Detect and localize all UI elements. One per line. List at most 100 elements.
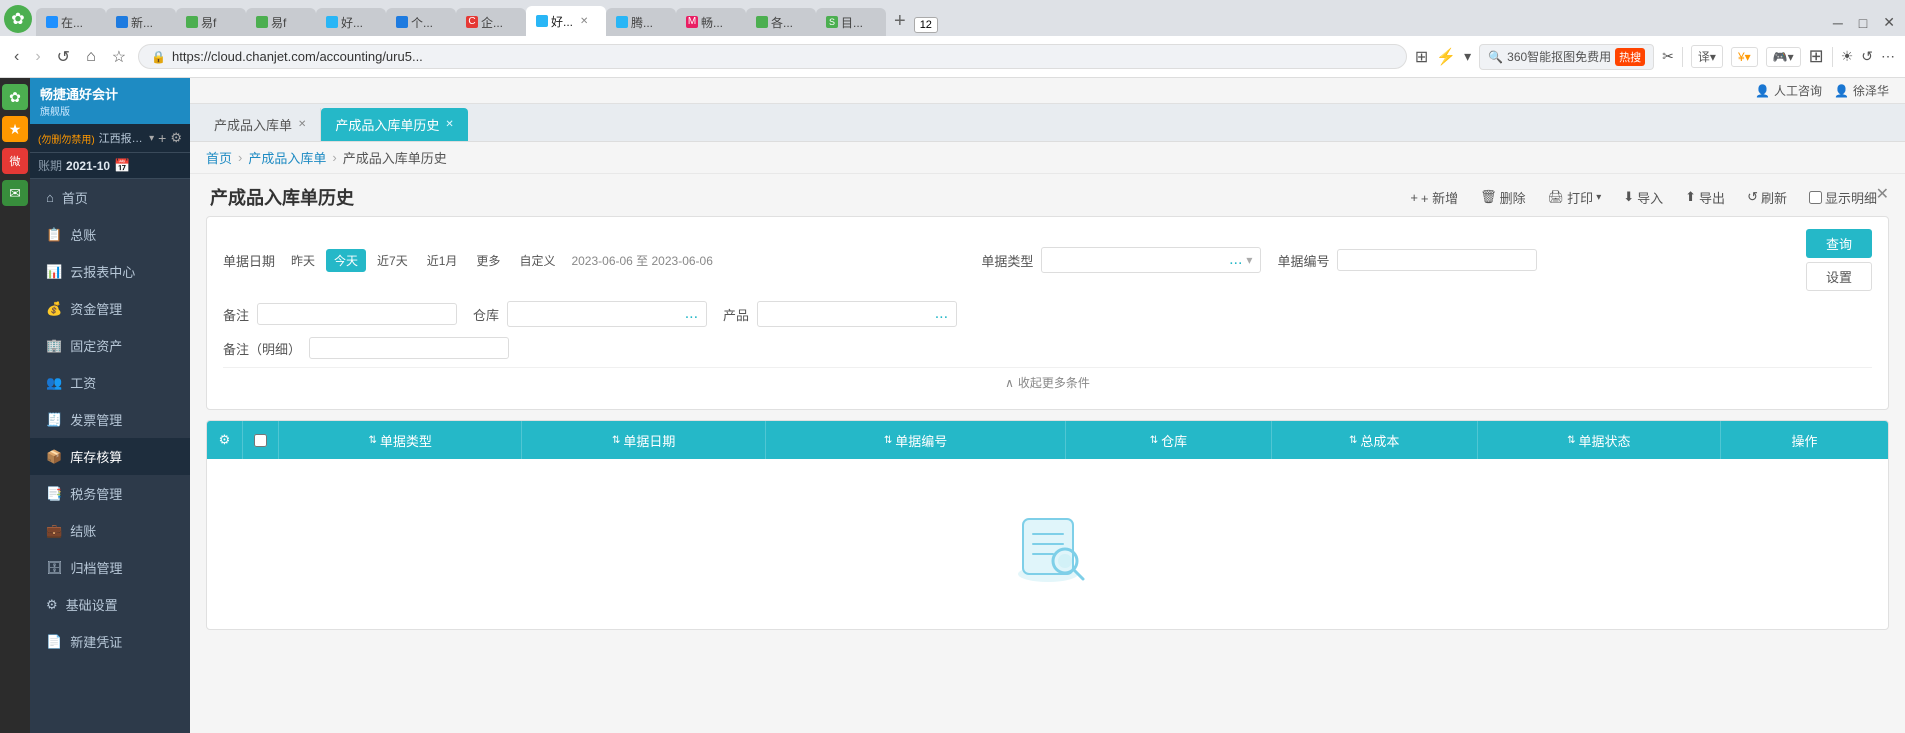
breadcrumb-home[interactable]: 首页 — [206, 148, 232, 167]
tab-product-history[interactable]: 产成品入库单历史 ✕ — [321, 108, 467, 141]
print-dropdown-icon[interactable]: ▾ — [1596, 192, 1601, 203]
product-select[interactable]: ... — [757, 301, 957, 327]
app-icon-weibo[interactable]: 微 — [2, 148, 28, 174]
no-filter-input[interactable] — [1337, 249, 1537, 271]
app-icon-chanjet[interactable]: ✿ — [2, 84, 28, 110]
tab-in-bar-3[interactable]: 易f — [176, 8, 246, 36]
delete-button[interactable]: 🗑 删除 — [1472, 185, 1534, 210]
tab-in-bar-10[interactable]: M 畅... — [676, 8, 746, 36]
sidebar-item-voucher[interactable]: 📄 新建凭证 — [30, 623, 190, 660]
minimize-button[interactable]: ─ — [1827, 13, 1849, 33]
user-avatar[interactable]: 👤 徐泽华 — [1834, 82, 1889, 99]
col-type[interactable]: ⇅ 单据类型 — [279, 421, 522, 459]
sidebar-item-ledger[interactable]: 📋 总账 — [30, 216, 190, 253]
sidebar-item-cash[interactable]: 💰 资金管理 — [30, 290, 190, 327]
url-bar[interactable]: 🔒 https://cloud.chanjet.com/accounting/u… — [138, 44, 1407, 69]
col-checkbox[interactable] — [243, 421, 279, 459]
sidebar-item-invoice[interactable]: 🧾 发票管理 — [30, 401, 190, 438]
tab-in-bar-1[interactable]: 在... — [36, 8, 106, 36]
tab-in-bar-12[interactable]: S 目... — [816, 8, 886, 36]
translate-icon[interactable]: 译▾ — [1691, 45, 1723, 68]
col-gear[interactable]: ⚙ — [207, 421, 243, 459]
warehouse-select[interactable]: ... — [507, 301, 707, 327]
sidebar-item-home[interactable]: ⌂ 首页 — [30, 179, 190, 216]
sidebar-item-archive[interactable]: 🗄 归档管理 — [30, 549, 190, 586]
browser-dropdown[interactable]: ▾ — [1464, 48, 1471, 65]
company-dropdown-icon[interactable]: ▾ — [149, 133, 154, 144]
print-button[interactable]: 🖨 打印 ▾ — [1540, 185, 1610, 210]
import-button[interactable]: ⬇ 导入 — [1615, 185, 1671, 210]
tab-product-list[interactable]: 产成品入库单 ✕ — [200, 108, 321, 141]
tab-active[interactable]: 好... ✕ — [526, 6, 606, 36]
settings-button[interactable]: 设置 — [1806, 262, 1872, 291]
show-detail-toggle[interactable]: 显示明细 — [1801, 185, 1885, 210]
sidebar-item-basic[interactable]: ⚙ 基础设置 — [30, 586, 190, 623]
select-all-checkbox[interactable] — [254, 434, 267, 447]
home-button[interactable]: ⌂ — [82, 44, 100, 70]
col-date[interactable]: ⇅ 单据日期 — [522, 421, 765, 459]
active-tab-close[interactable]: ✕ — [580, 16, 588, 27]
collapse-button[interactable]: ∧ 收起更多条件 — [223, 367, 1872, 397]
type-select-arrow[interactable]: ▾ — [1246, 253, 1252, 267]
scissors-icon[interactable]: ✂ — [1662, 48, 1674, 65]
tab-close-product-list[interactable]: ✕ — [298, 119, 306, 130]
note-filter-input[interactable] — [257, 303, 457, 325]
browser-extension-grid[interactable]: ⊞ — [1415, 47, 1428, 67]
date-tab-custom[interactable]: 自定义 — [511, 249, 563, 272]
sidebar-item-fixed[interactable]: 🏢 固定资产 — [30, 327, 190, 364]
note-detail-filter-input[interactable] — [309, 337, 509, 359]
consult-button[interactable]: 👤 人工咨询 — [1755, 82, 1822, 99]
browser-logo[interactable]: ✿ — [4, 5, 32, 33]
sidebar-item-payroll[interactable]: 👥 工资 — [30, 364, 190, 401]
tab-in-bar-9[interactable]: 腾... — [606, 8, 676, 36]
more-icon[interactable]: ⋯ — [1881, 48, 1895, 65]
breadcrumb-item1[interactable]: 产成品入库单 — [248, 148, 326, 167]
sidebar-item-inventory[interactable]: 📦 库存核算 — [30, 438, 190, 475]
refresh-button[interactable]: ↺ — [53, 43, 74, 71]
date-tab-today[interactable]: 今天 — [326, 249, 366, 272]
tab-in-bar-4[interactable]: 易f — [246, 8, 316, 36]
maximize-button[interactable]: □ — [1853, 13, 1873, 33]
sidebar-item-settlement[interactable]: 💼 结账 — [30, 512, 190, 549]
app-icon-email[interactable]: ✉ — [2, 180, 28, 206]
type-select-dots[interactable]: ... — [1229, 251, 1242, 269]
col-cost[interactable]: ⇅ 总成本 — [1272, 421, 1478, 459]
col-no[interactable]: ⇅ 单据编号 — [766, 421, 1066, 459]
tab-in-bar-2[interactable]: 新... — [106, 8, 176, 36]
date-tab-last-month[interactable]: 近1月 — [419, 249, 466, 272]
col-warehouse[interactable]: ⇅ 仓库 — [1066, 421, 1272, 459]
refresh-button[interactable]: ↺ 刷新 — [1739, 185, 1795, 210]
tab-close-product-history[interactable]: ✕ — [445, 119, 453, 130]
calendar-icon[interactable]: 📅 — [114, 158, 130, 174]
undo-icon[interactable]: ↺ — [1861, 48, 1873, 65]
bookmark-button[interactable]: ☆ — [108, 43, 130, 71]
add-company-icon[interactable]: + — [158, 130, 166, 146]
close-button[interactable]: ✕ — [1877, 12, 1901, 33]
sidebar-item-reports[interactable]: 📊 云报表中心 — [30, 253, 190, 290]
grid-icon[interactable]: ⊞ — [1809, 46, 1824, 67]
company-select[interactable]: 江西报宝测试专用 — [99, 130, 145, 146]
settings-gear-icon[interactable]: ⚙ — [170, 130, 182, 146]
date-tab-more[interactable]: 更多 — [468, 249, 508, 272]
tab-add-button[interactable]: + — [886, 10, 914, 33]
date-tab-yesterday[interactable]: 昨天 — [283, 249, 323, 272]
add-button[interactable]: + + 新增 — [1402, 185, 1466, 210]
yuan-icon[interactable]: ¥▾ — [1731, 47, 1758, 67]
date-tab-last7[interactable]: 近7天 — [369, 249, 416, 272]
show-detail-checkbox[interactable] — [1809, 191, 1822, 204]
type-select[interactable]: ... ▾ — [1041, 247, 1261, 273]
app-icon-star[interactable]: ★ — [2, 116, 28, 142]
warehouse-dots[interactable]: ... — [685, 305, 698, 323]
tab-in-bar-6[interactable]: 个... — [386, 8, 456, 36]
sidebar-item-tax[interactable]: 📑 税务管理 — [30, 475, 190, 512]
query-button[interactable]: 查询 — [1806, 229, 1872, 258]
search-bar-right[interactable]: 🔍 360智能抠图免费用 热搜 — [1479, 44, 1654, 70]
back-button[interactable]: ‹ — [10, 44, 23, 70]
tab-in-bar-7[interactable]: C 企... — [456, 8, 526, 36]
forward-button[interactable]: › — [31, 44, 44, 70]
tab-in-bar-5[interactable]: 好... — [316, 8, 386, 36]
game-icon[interactable]: 🎮▾ — [1766, 47, 1801, 67]
tab-in-bar-11[interactable]: 各... — [746, 8, 816, 36]
col-status[interactable]: ⇅ 单据状态 — [1478, 421, 1721, 459]
export-button[interactable]: ⬆ 导出 — [1677, 185, 1733, 210]
